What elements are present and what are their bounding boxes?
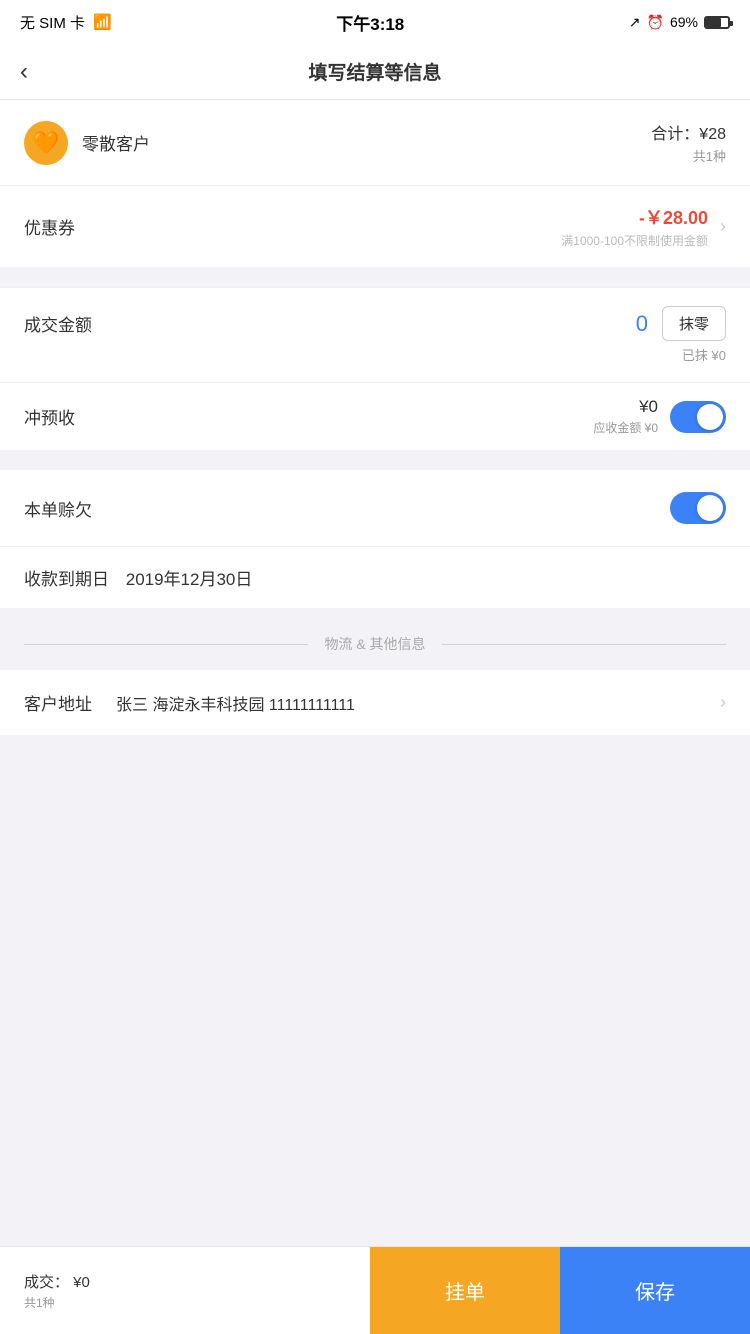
nav-title: 填写结算等信息 (308, 58, 441, 85)
battery-icon (704, 16, 730, 29)
address-chevron-icon: › (720, 692, 726, 713)
duedate-row: 收款到期日 2019年12月30日 (0, 546, 750, 608)
duedate-label: 收款到期日 (24, 570, 109, 589)
round-button[interactable]: 抹零 (662, 306, 726, 341)
prereceipt-right: ¥0 应收金额 ¥0 (593, 397, 726, 436)
coupon-amount: -￥28.00 (561, 204, 708, 230)
credit-label: 本单赊欠 (24, 496, 92, 521)
status-right: ↗ ⏰ 69% (629, 14, 730, 31)
coupon-row[interactable]: 优惠券 -￥28.00 满1000-100不限制使用金额 › (0, 185, 750, 267)
coupon-label: 优惠券 (24, 214, 75, 239)
address-label: 客户地址 (24, 690, 92, 715)
credit-toggle[interactable] (670, 492, 726, 524)
bottom-deal-label: 成交： ¥0 (24, 1271, 346, 1292)
back-button[interactable]: ‹ (20, 58, 28, 86)
status-left: 无 SIM 卡 📶 (20, 12, 112, 33)
divider-2 (0, 460, 750, 470)
coupon-chevron-icon: › (720, 216, 726, 237)
total-count: 共1种 (651, 146, 726, 165)
nav-bar: ‹ 填写结算等信息 (0, 44, 750, 100)
bottom-count-label: 共1种 (24, 1294, 346, 1311)
coupon-value-block: -￥28.00 满1000-100不限制使用金额 (561, 204, 708, 249)
transaction-row: 成交金额 0 抹零 已抹 ¥0 (0, 287, 750, 382)
hold-button[interactable]: 挂单 (370, 1247, 560, 1334)
address-value: 张三 海淀永丰科技园 11111111111 (116, 691, 720, 715)
logistics-line-left (24, 644, 308, 645)
prereceipt-toggle[interactable] (670, 401, 726, 433)
transaction-right: 0 抹零 (636, 306, 726, 341)
logistics-line-right (442, 644, 726, 645)
coupon-note: 满1000-100不限制使用金额 (561, 232, 708, 249)
address-section: 客户地址 张三 海淀永丰科技园 11111111111 › (0, 670, 750, 735)
credit-section: 本单赊欠 收款到期日 2019年12月30日 (0, 470, 750, 608)
status-bar: 无 SIM 卡 📶 下午3:18 ↗ ⏰ 69% (0, 0, 750, 44)
divider-1 (0, 277, 750, 287)
carrier-text: 无 SIM 卡 (20, 12, 85, 33)
credit-row: 本单赊欠 (0, 470, 750, 546)
bottom-bar: 成交： ¥0 共1种 挂单 保存 (0, 1246, 750, 1334)
transaction-label: 成交金额 (24, 311, 92, 336)
content: 🧡 零散客户 合计：¥28 共1种 优惠券 -￥28.00 满1000-100不… (0, 100, 750, 835)
customer-total: 合计：¥28 共1种 (651, 120, 726, 165)
coupon-right: -￥28.00 满1000-100不限制使用金额 › (561, 204, 726, 249)
prereceipt-main-value: ¥0 (593, 397, 658, 417)
customer-section: 🧡 零散客户 合计：¥28 共1种 优惠券 -￥28.00 满1000-100不… (0, 100, 750, 267)
bottom-info: 成交： ¥0 共1种 (0, 1271, 370, 1311)
logistics-header: 物流 & 其他信息 (0, 618, 750, 670)
prereceipt-label: 冲预收 (24, 404, 75, 429)
customer-name: 零散客户 (82, 130, 150, 155)
address-row[interactable]: 客户地址 张三 海淀永丰科技园 11111111111 › (0, 670, 750, 735)
total-amount-label: 合计：¥28 (651, 120, 726, 144)
customer-row: 🧡 零散客户 合计：¥28 共1种 (0, 100, 750, 185)
duedate-value: 2019年12月30日 (126, 570, 253, 589)
avatar-icon: 🧡 (32, 130, 59, 156)
wifi-icon: 📶 (93, 13, 112, 31)
customer-avatar: 🧡 (24, 121, 68, 165)
customer-left: 🧡 零散客户 (24, 121, 150, 165)
status-time: 下午3:18 (336, 10, 404, 35)
location-icon: ↗ (629, 14, 641, 31)
transaction-sub-text: 已抹 ¥0 (24, 345, 726, 364)
prereceipt-row: 冲预收 ¥0 应收金额 ¥0 (0, 382, 750, 450)
transaction-section: 成交金额 0 抹零 已抹 ¥0 冲预收 ¥0 应收金额 ¥0 (0, 287, 750, 450)
prereceipt-values: ¥0 应收金额 ¥0 (593, 397, 658, 436)
transaction-value: 0 (636, 311, 648, 337)
battery-percent: 69% (670, 14, 698, 30)
transaction-top: 成交金额 0 抹零 (24, 306, 726, 341)
prereceipt-sub-value: 应收金额 ¥0 (593, 419, 658, 436)
save-button[interactable]: 保存 (560, 1247, 750, 1334)
alarm-icon: ⏰ (647, 14, 664, 31)
logistics-title: 物流 & 其他信息 (324, 634, 425, 654)
